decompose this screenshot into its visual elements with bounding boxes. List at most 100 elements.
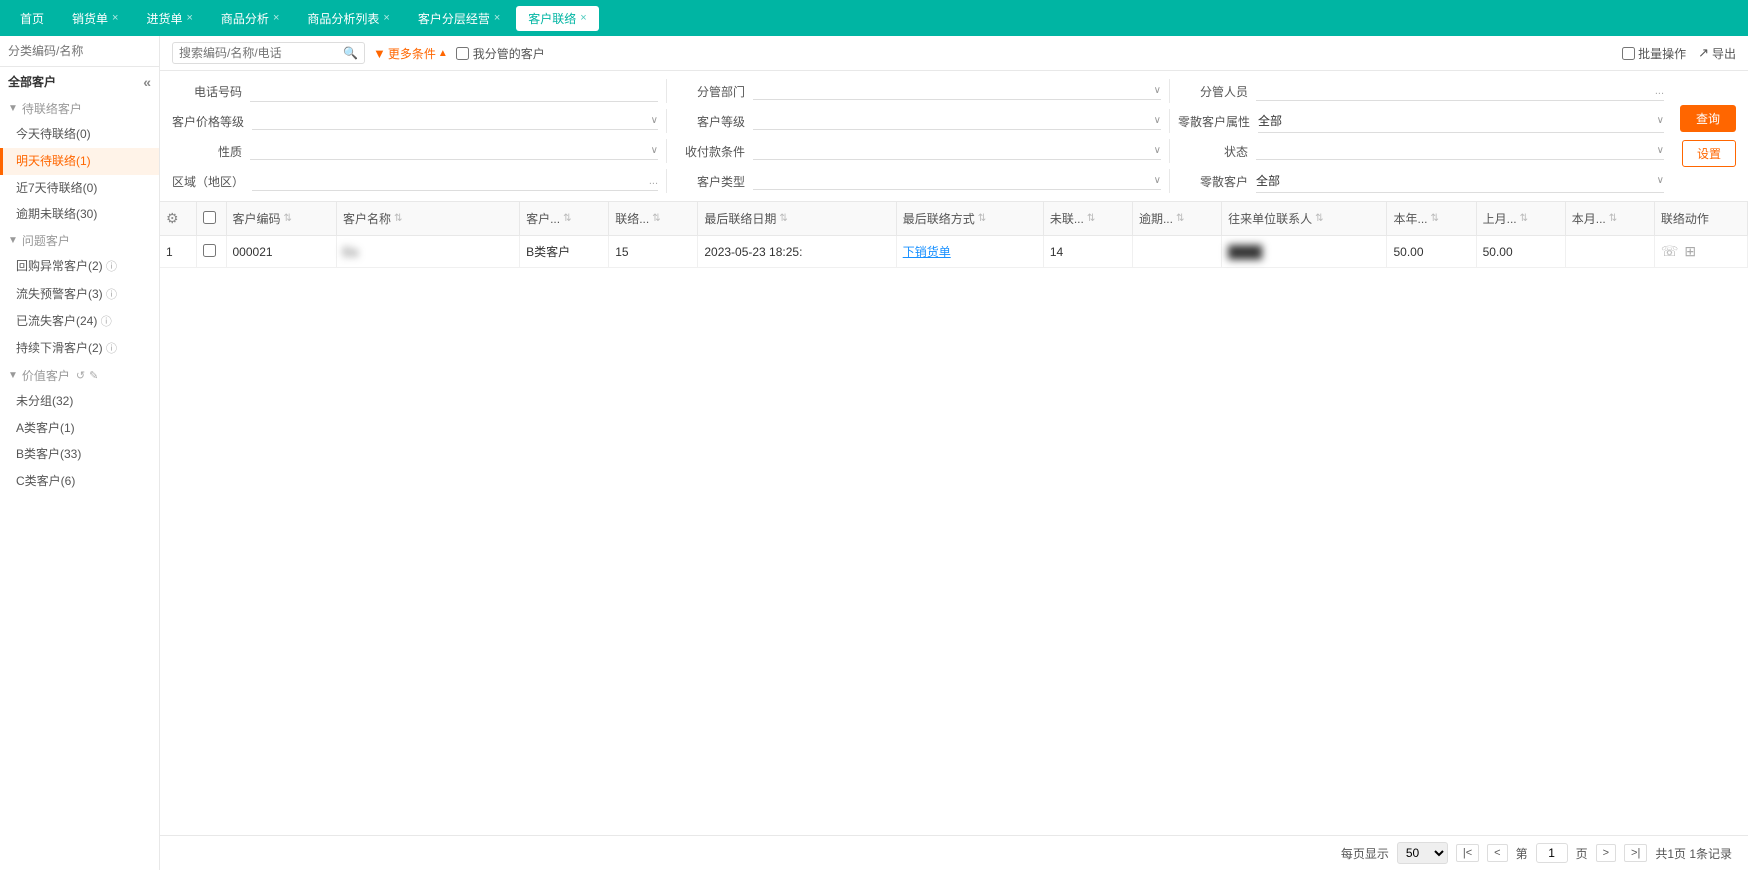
close-purchase-icon[interactable]: ×	[186, 12, 192, 24]
col-last-method: 最后联络方式⇅	[896, 202, 1043, 236]
row-name: Ea	[336, 236, 519, 268]
sort-person-icon[interactable]: ⇅	[1315, 213, 1323, 224]
row-contact-person: ████	[1222, 236, 1387, 268]
next-page-btn[interactable]: >	[1596, 844, 1616, 862]
filter-customer-level-select[interactable]: ∨	[753, 112, 1161, 130]
sort-date-icon[interactable]: ⇅	[779, 213, 787, 224]
filter-customer-level: 客户等级 ∨	[675, 112, 1161, 130]
chevron-down-icon9: ∨	[1657, 175, 1664, 186]
col-code: 客户编码⇅	[226, 202, 336, 236]
all-customers-header[interactable]: 全部客户 «	[0, 67, 159, 96]
action-grid-icon[interactable]: ⊞	[1684, 243, 1696, 260]
filter-price-label: 客户价格等级	[172, 113, 244, 130]
search-input[interactable]	[179, 46, 339, 60]
sort-year-icon[interactable]: ⇅	[1431, 213, 1439, 224]
sidebar-item-tomorrow-contact[interactable]: 明天待联络(1)	[0, 148, 159, 175]
col-uncontacted: 未联...⇅	[1043, 202, 1132, 236]
page-unit: 页	[1576, 845, 1588, 862]
ellipsis-icon2: ...	[649, 175, 658, 187]
close-customer-contact-icon[interactable]: ×	[580, 12, 586, 24]
sidebar-item-ungrouped[interactable]: 未分组(32)	[0, 388, 159, 415]
filter-person-select[interactable]: ...	[1256, 82, 1664, 101]
nav-home[interactable]: 首页	[8, 6, 56, 31]
my-customers-checkbox[interactable]	[456, 47, 469, 60]
filter-payment-select[interactable]: ∨	[753, 142, 1161, 160]
sort-uncontacted-icon[interactable]: ⇅	[1087, 213, 1095, 224]
filter-phone: 电话号码	[172, 81, 658, 102]
search-icon[interactable]: 🔍	[343, 46, 358, 60]
export-icon: ↗	[1698, 45, 1709, 61]
prev-page-btn[interactable]: <	[1487, 844, 1507, 862]
sidebar-item-class-c[interactable]: C类客户(6)	[0, 468, 159, 495]
sort-code-icon[interactable]: ⇅	[284, 213, 292, 224]
close-sales-icon[interactable]: ×	[112, 12, 118, 24]
query-button[interactable]: 查询	[1680, 105, 1736, 132]
row-code: 000021	[226, 236, 336, 268]
sort-lastmonth-icon[interactable]: ⇅	[1520, 213, 1528, 224]
filter-scatter-select[interactable]: 全部 ∨	[1256, 169, 1664, 193]
sort-contact-icon[interactable]: ⇅	[652, 213, 660, 224]
sort-method-icon[interactable]: ⇅	[978, 213, 986, 224]
sort-thismonth-icon[interactable]: ⇅	[1609, 213, 1617, 224]
page-size-select[interactable]: 50 100 200	[1397, 842, 1448, 864]
close-product-analysis-icon[interactable]: ×	[273, 12, 279, 24]
nav-product-analysis[interactable]: 商品分析 ×	[209, 6, 291, 31]
row-contact-count: 15	[609, 236, 698, 268]
nav-purchase[interactable]: 进货单 ×	[134, 6, 204, 31]
sidebar-item-repurchase-anomaly[interactable]: 回购异常客户(2) ⓘ	[0, 253, 159, 280]
first-page-btn[interactable]: |<	[1456, 844, 1479, 862]
sort-overdue-icon[interactable]: ⇅	[1176, 213, 1184, 224]
sidebar-item-declining[interactable]: 持续下滑客户(2) ⓘ	[0, 335, 159, 362]
select-all-checkbox[interactable]	[203, 211, 216, 224]
column-settings-icon[interactable]: ⚙	[166, 210, 179, 226]
filter-customer-type-select[interactable]: ∨	[753, 172, 1161, 190]
filter-dept-select[interactable]: ∨	[753, 82, 1161, 100]
page-number-input[interactable]	[1536, 843, 1568, 863]
col-this-month: 本月...⇅	[1565, 202, 1654, 236]
all-customers-label: 全部客户	[8, 73, 56, 90]
settings-button[interactable]: 设置	[1682, 140, 1736, 167]
sidebar-item-overdue-contact[interactable]: 逾期未联络(30)	[0, 201, 159, 228]
sidebar: 🔍 全部客户 « ▼ 待联络客户 今天待联络(0) 明天待联络(1) 近7天待联…	[0, 36, 160, 870]
sidebar-item-class-a[interactable]: A类客户(1)	[0, 415, 159, 442]
filter-scatter-label: 零散客户	[1178, 173, 1248, 190]
filter-price-select[interactable]: ∨	[252, 112, 658, 130]
row-checkbox[interactable]	[203, 244, 216, 257]
col-last-month: 上月...⇅	[1476, 202, 1565, 236]
sidebar-search-input[interactable]	[8, 44, 160, 58]
batch-op-btn[interactable]: 批量操作	[1622, 45, 1686, 62]
sidebar-item-churn-risk[interactable]: 流失预警客户(3) ⓘ	[0, 281, 159, 308]
collapse-icon[interactable]: «	[143, 74, 151, 90]
last-method-link[interactable]: 下销货单	[903, 245, 951, 259]
filter-person: 分管人员 ...	[1178, 82, 1664, 101]
sidebar-item-churned[interactable]: 已流失客户(24) ⓘ	[0, 308, 159, 335]
filter-payment: 收付款条件 ∨	[675, 142, 1161, 160]
last-page-btn[interactable]: >|	[1624, 844, 1647, 862]
sidebar-item-today-contact[interactable]: 今天待联络(0)	[0, 121, 159, 148]
filter-scatter-attr-select[interactable]: 全部 ∨	[1258, 109, 1664, 133]
sidebar-item-class-b[interactable]: B类客户(33)	[0, 441, 159, 468]
nav-customer-contact[interactable]: 客户联络 ×	[516, 6, 598, 31]
more-conditions-btn[interactable]: ▼ 更多条件 ▲	[373, 45, 448, 62]
nav-customer-tier[interactable]: 客户分层经营 ×	[406, 6, 512, 31]
close-product-list-icon[interactable]: ×	[383, 12, 389, 24]
close-customer-tier-icon[interactable]: ×	[494, 12, 500, 24]
nav-product-analysis-list[interactable]: 商品分析列表 ×	[295, 6, 401, 31]
col-this-year: 本年...⇅	[1387, 202, 1476, 236]
batch-op-checkbox[interactable]	[1622, 47, 1635, 60]
filter-nature-select[interactable]: ∨	[250, 142, 658, 160]
nav-sales[interactable]: 销货单 ×	[60, 6, 130, 31]
action-phone-icon[interactable]: ☏	[1661, 243, 1679, 260]
sort-type-icon[interactable]: ⇅	[563, 213, 571, 224]
group-pending-contact[interactable]: ▼ 待联络客户	[0, 96, 159, 121]
sidebar-item-7days-contact[interactable]: 近7天待联络(0)	[0, 175, 159, 202]
filter-region-select[interactable]: ...	[252, 172, 658, 191]
sort-name-icon[interactable]: ⇅	[394, 213, 402, 224]
filter-phone-input[interactable]	[250, 81, 658, 102]
export-btn[interactable]: ↗ 导出	[1698, 45, 1736, 62]
group-problem-customers[interactable]: ▼ 问题客户	[0, 228, 159, 253]
group-value-customers[interactable]: ▼ 价值客户 ↺ ✎	[0, 363, 159, 388]
filter-status-select[interactable]: ∨	[1256, 142, 1664, 160]
col-contact-count: 联络...⇅	[609, 202, 698, 236]
row-last-date: 2023-05-23 18:25:	[698, 236, 896, 268]
